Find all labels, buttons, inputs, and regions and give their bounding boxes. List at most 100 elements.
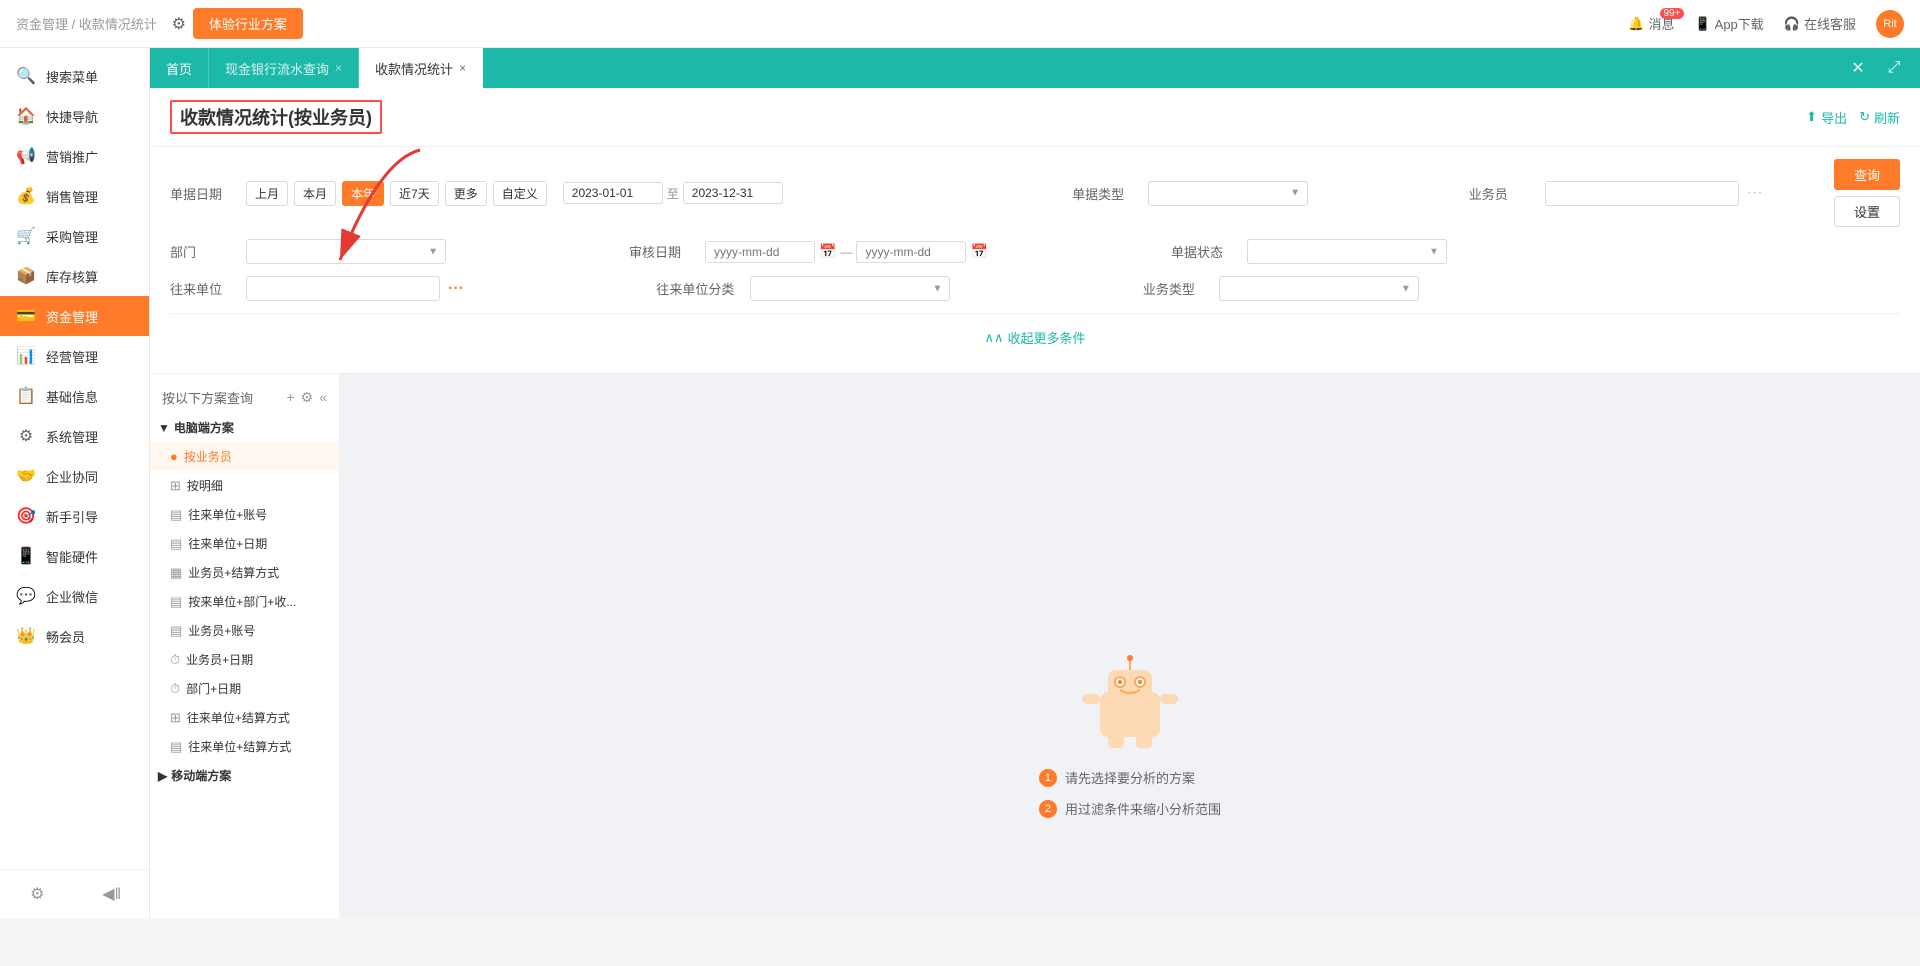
scheme-by-detail[interactable]: ⊞ 按明细 xyxy=(150,471,339,500)
sidebar-item-guide[interactable]: 🎯 新手引导 xyxy=(0,496,149,536)
scheme-by-salesperson-payment[interactable]: ▦ 业务员+结算方式 xyxy=(150,558,339,587)
table-icon: ▤ xyxy=(170,507,182,523)
doc-type-select[interactable] xyxy=(1148,181,1308,206)
chevron-up-icon: ∧∧ xyxy=(984,330,1003,346)
review-date-group: 📅 — 📅 xyxy=(705,241,988,263)
collapse-button[interactable]: ∧∧ 收起更多条件 xyxy=(978,322,1091,353)
biz-type-select[interactable] xyxy=(1219,276,1419,301)
sidebar-item-purchase[interactable]: 🛒 采购管理 xyxy=(0,216,149,256)
gear-icon[interactable]: ⚙ xyxy=(165,10,193,38)
add-scheme-btn[interactable]: + xyxy=(286,389,294,406)
app-download-item[interactable]: 📱 App下载 xyxy=(1694,14,1763,33)
scheme-by-partner-payment3[interactable]: ▤ 往来单位+结算方式 xyxy=(150,732,339,761)
tab-bank-flow-label: 现金银行流水查询 xyxy=(225,59,329,78)
trial-button[interactable]: 体验行业方案 xyxy=(193,8,303,39)
scheme-by-dept-date[interactable]: ⏱ 部门+日期 xyxy=(150,674,339,703)
salesperson-input[interactable] xyxy=(1545,181,1739,206)
date-dash: 至 xyxy=(667,185,679,202)
date-from-input[interactable] xyxy=(563,182,663,204)
sidebar-item-label: 基础信息 xyxy=(46,387,98,406)
settings-scheme-btn[interactable]: ⚙ xyxy=(301,389,314,406)
refresh-button[interactable]: ↻ 刷新 xyxy=(1859,108,1900,127)
sidebar-item-finance[interactable]: 💳 资金管理 xyxy=(0,296,149,336)
sidebar-item-label: 经营管理 xyxy=(46,347,98,366)
partner-category-select[interactable] xyxy=(750,276,950,301)
sidebar-item-smart-hardware[interactable]: 📱 智能硬件 xyxy=(0,536,149,576)
review-date-to[interactable] xyxy=(856,241,966,263)
sidebar-item-search[interactable]: 🔍 搜索菜单 xyxy=(0,56,149,96)
sidebar-item-enterprise[interactable]: 🤝 企业协同 xyxy=(0,456,149,496)
date-input-group: 至 xyxy=(563,182,783,204)
empty-state: 1 请先选择要分析的方案 2 用过滤条件来缩小分析范围 xyxy=(999,612,1261,858)
tree-section-mobile[interactable]: ▶ 移动端方案 xyxy=(150,761,339,790)
tab-close-all-btn[interactable]: ✕ xyxy=(1844,54,1872,82)
bell-icon: 🔔 xyxy=(1628,16,1644,32)
tab-bar: 首页 现金银行流水查询 × 收款情况统计 × ✕ ⤢ xyxy=(150,48,1920,88)
salesperson-more[interactable]: ··· xyxy=(1747,184,1763,202)
query-button[interactable]: 查询 xyxy=(1834,159,1900,190)
biz-type-wrap xyxy=(1219,276,1419,301)
megaphone-icon: 📢 xyxy=(16,146,36,166)
online-service-item[interactable]: 🎧 在线客服 xyxy=(1784,14,1856,33)
member-icon: 👑 xyxy=(16,626,36,646)
partner-input[interactable] xyxy=(246,276,440,301)
scheme-by-salesperson-account[interactable]: ▤ 业务员+账号 xyxy=(150,616,339,645)
export-button[interactable]: ⬆ 导出 xyxy=(1806,108,1847,127)
sidebar-footer: ⚙ ◀‖ xyxy=(0,869,149,918)
sidebar-item-wechat[interactable]: 💬 企业微信 xyxy=(0,576,149,616)
tab-collection[interactable]: 收款情况统计 × xyxy=(359,48,483,88)
left-panel-header: 按以下方案查询 + ⚙ « xyxy=(150,382,339,413)
tab-home[interactable]: 首页 xyxy=(150,48,209,88)
section-label: 电脑端方案 xyxy=(174,419,234,436)
review-date-from[interactable] xyxy=(705,241,815,263)
sidebar-item-quick-nav[interactable]: 🏠 快捷导航 xyxy=(0,96,149,136)
sidebar-item-member[interactable]: 👑 畅会员 xyxy=(0,616,149,656)
doc-status-select[interactable] xyxy=(1247,239,1447,264)
page-header-actions: ⬆ 导出 ↻ 刷新 xyxy=(1806,108,1900,127)
sidebar-item-operations[interactable]: 📊 经营管理 xyxy=(0,336,149,376)
messages-item[interactable]: 🔔 消息 99+ xyxy=(1628,14,1674,33)
tab-collection-close[interactable]: × xyxy=(459,61,466,75)
sidebar-item-label: 快捷导航 xyxy=(46,107,98,126)
body-area: 按以下方案查询 + ⚙ « ▼ 电脑端方案 ● 按业务员 xyxy=(150,374,1920,918)
tab-bank-flow-close[interactable]: × xyxy=(335,61,342,75)
date-to-input[interactable] xyxy=(683,182,783,204)
date-btn-this-month[interactable]: 本月 xyxy=(294,181,336,206)
tab-maximize-btn[interactable]: ⤢ xyxy=(1880,54,1908,82)
expand-arrow: ▼ xyxy=(158,421,170,435)
scheme-by-partner-account[interactable]: ▤ 往来单位+账号 xyxy=(150,500,339,529)
dept-select[interactable] xyxy=(246,239,446,264)
sidebar-item-marketing[interactable]: 📢 营销推广 xyxy=(0,136,149,176)
sidebar-item-system[interactable]: ⚙ 系统管理 xyxy=(0,416,149,456)
hint-num-2: 2 xyxy=(1039,800,1057,818)
footer-settings-btn[interactable]: ⚙ xyxy=(21,878,53,910)
date-btn-custom[interactable]: 自定义 xyxy=(493,181,547,206)
scheme-by-partner-dept[interactable]: ▤ 按来单位+部门+收... xyxy=(150,587,339,616)
scheme-by-partner-payment2[interactable]: ⊞ 往来单位+结算方式 xyxy=(150,703,339,732)
footer-collapse-btn[interactable]: ◀‖ xyxy=(96,878,128,910)
sidebar-item-basic-info[interactable]: 📋 基础信息 xyxy=(0,376,149,416)
settings-button[interactable]: 设置 xyxy=(1834,196,1900,227)
scheme-by-partner-date[interactable]: ▤ 往来单位+日期 xyxy=(150,529,339,558)
scheme-by-salesperson-date[interactable]: ⏱ 业务员+日期 xyxy=(150,645,339,674)
date-btn-more[interactable]: 更多 xyxy=(445,181,487,206)
date-btn-this-year[interactable]: 本年 xyxy=(342,181,384,206)
tab-bank-flow[interactable]: 现金银行流水查询 × xyxy=(209,48,359,88)
sidebar-item-sales[interactable]: 💰 销售管理 xyxy=(0,176,149,216)
sidebar-item-inventory[interactable]: 📦 库存核算 xyxy=(0,256,149,296)
collapse-panel-btn[interactable]: « xyxy=(319,389,327,406)
scheme-by-salesperson[interactable]: ● 按业务员 xyxy=(150,442,339,471)
avatar[interactable]: Rit xyxy=(1876,10,1904,38)
date-btn-7days[interactable]: 近7天 xyxy=(390,181,439,206)
scheme-label: 部门+日期 xyxy=(186,680,241,697)
hint-text-2: 用过滤条件来缩小分析范围 xyxy=(1065,799,1221,818)
hardware-icon: 📱 xyxy=(16,546,36,566)
service-icon: 🎧 xyxy=(1784,16,1800,32)
date-btn-last-month[interactable]: 上月 xyxy=(246,181,288,206)
date-quick-buttons: 上月 本月 本年 近7天 更多 自定义 xyxy=(246,181,547,206)
partner-more-btn[interactable]: ··· xyxy=(448,280,464,298)
grid-icon2: ⊞ xyxy=(170,710,181,726)
sidebar-nav: 🔍 搜索菜单 🏠 快捷导航 📢 营销推广 💰 销售管理 🛒 采购管理 📦 库存核… xyxy=(0,48,149,869)
tree-section-desktop[interactable]: ▼ 电脑端方案 xyxy=(150,413,339,442)
scheme-label: 往来单位+日期 xyxy=(188,535,267,552)
